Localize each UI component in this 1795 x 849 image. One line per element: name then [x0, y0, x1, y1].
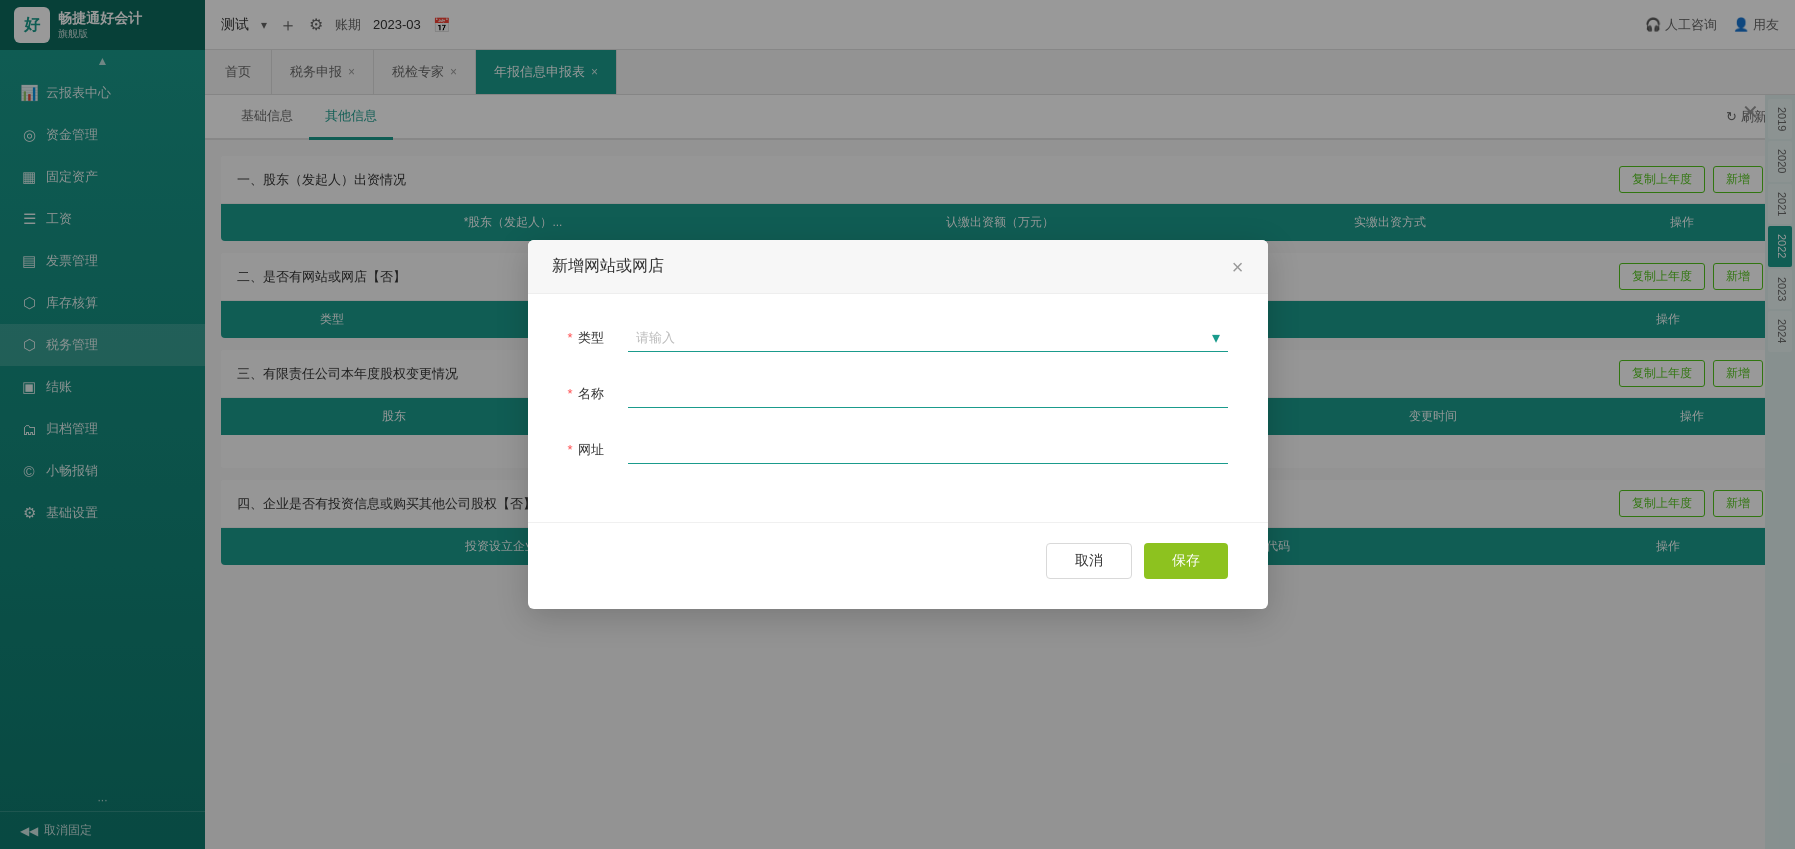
form-field-type: * 类型 ▾	[568, 324, 1228, 352]
add-website-modal: 新增网站或网店 × * 类型 ▾ * 名称	[528, 240, 1268, 609]
form-field-url: * 网址	[568, 436, 1228, 464]
url-input[interactable]	[628, 436, 1228, 463]
field-type-wrap: ▾	[628, 324, 1228, 352]
required-star-url: *	[568, 442, 573, 457]
field-name-wrap	[628, 380, 1228, 408]
name-input[interactable]	[628, 380, 1228, 407]
field-type-label: * 类型	[568, 329, 628, 347]
required-star-type: *	[568, 330, 573, 345]
modal-close-button[interactable]: ×	[1232, 257, 1244, 277]
type-dropdown-icon[interactable]: ▾	[1204, 328, 1228, 347]
form-field-name: * 名称	[568, 380, 1228, 408]
modal-header: 新增网站或网店 ×	[528, 240, 1268, 294]
modal-footer: 取消 保存	[528, 522, 1268, 609]
cancel-button[interactable]: 取消	[1046, 543, 1132, 579]
save-button[interactable]: 保存	[1144, 543, 1228, 579]
modal-title: 新增网站或网店	[552, 256, 664, 277]
field-name-label: * 名称	[568, 385, 628, 403]
label-name-text: 名称	[578, 386, 604, 401]
modal-overlay: 新增网站或网店 × * 类型 ▾ * 名称	[0, 0, 1795, 849]
field-url-label: * 网址	[568, 441, 628, 459]
modal-body: * 类型 ▾ * 名称 *	[528, 294, 1268, 522]
field-url-wrap	[628, 436, 1228, 464]
required-star-name: *	[568, 386, 573, 401]
label-type-text: 类型	[578, 330, 604, 345]
type-input[interactable]	[628, 324, 1204, 351]
label-url-text: 网址	[578, 442, 604, 457]
